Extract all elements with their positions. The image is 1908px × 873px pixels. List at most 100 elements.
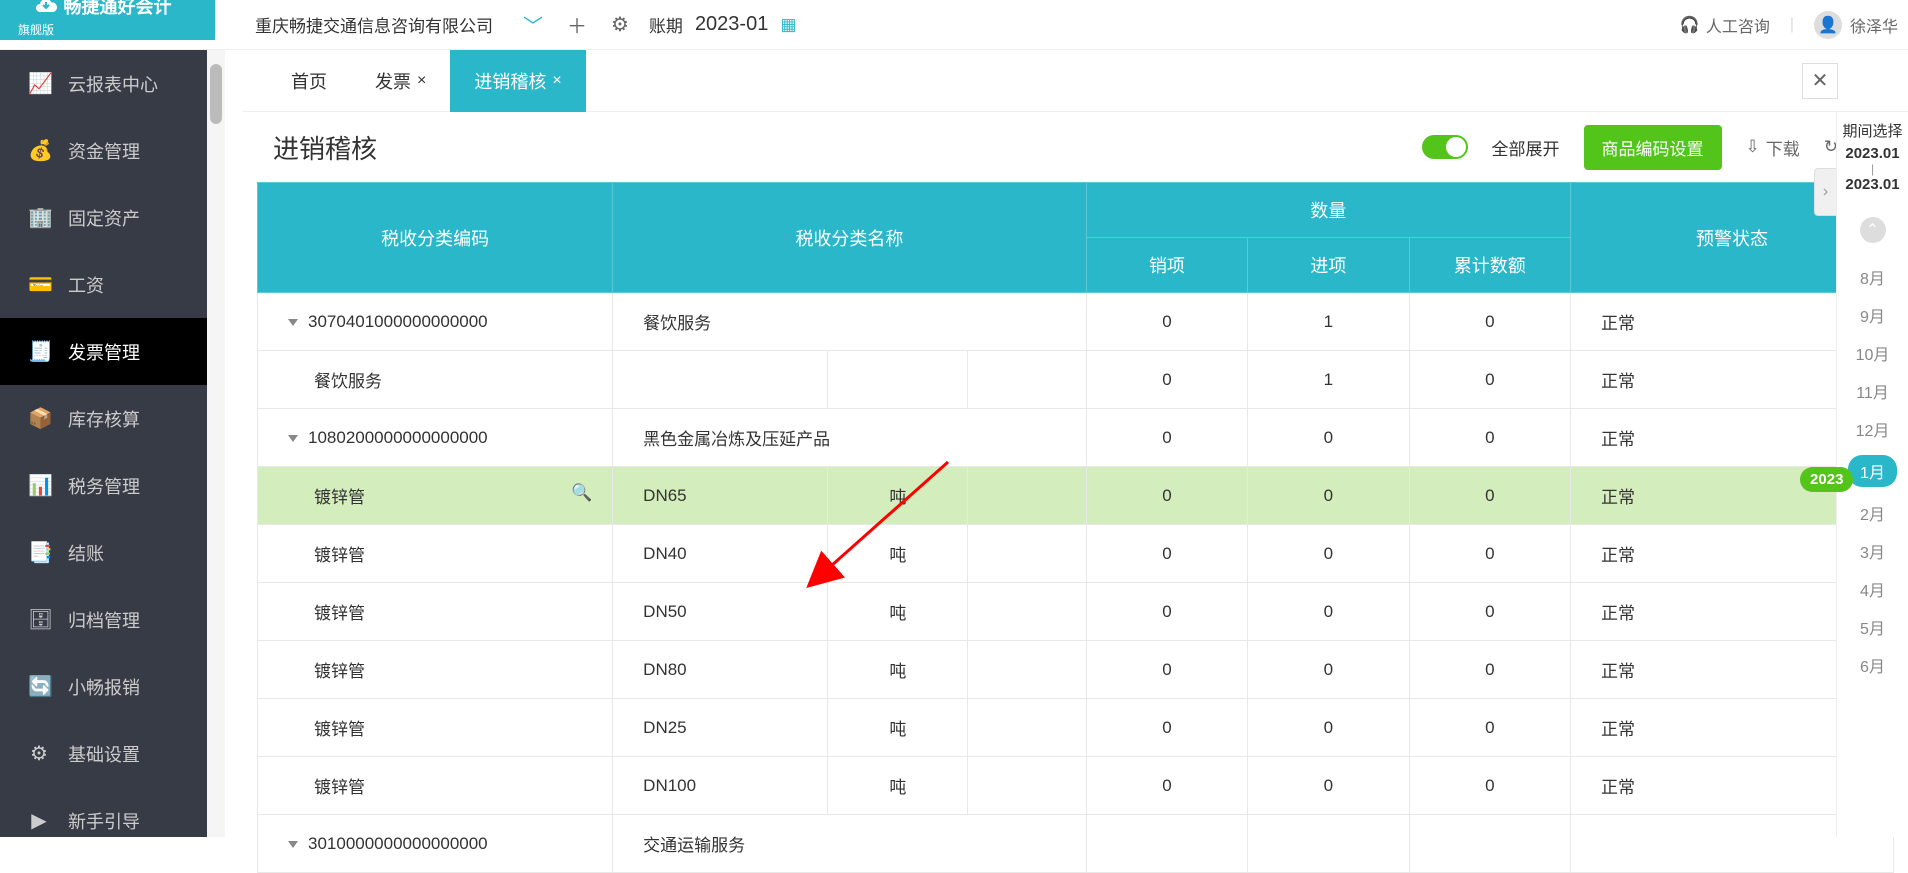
- consult-link[interactable]: 🎧 人工咨询: [1680, 13, 1770, 37]
- money-icon: 💰: [28, 138, 50, 163]
- company-selector[interactable]: 重庆畅捷交通信息咨询有限公司: [255, 12, 493, 37]
- sidebar-item-report[interactable]: 🔄小畅报销: [0, 653, 225, 720]
- cell-product-name: 镀锌管: [258, 699, 613, 757]
- expand-caret-icon[interactable]: [288, 841, 298, 848]
- month-4月[interactable]: 4月: [1860, 577, 1885, 601]
- sidebar-item-label: 税务管理: [68, 473, 140, 499]
- expand-caret-icon[interactable]: [288, 319, 298, 326]
- cell-spec: DN100: [613, 757, 828, 815]
- cell-spec: DN80: [613, 641, 828, 699]
- tab-close-icon[interactable]: ×: [552, 72, 561, 90]
- expand-all-label: 全部展开: [1492, 135, 1560, 160]
- table-row[interactable]: 镀锌管 DN40 吨 0 0 0 正常: [258, 525, 1894, 583]
- sidebar-scrollbar[interactable]: [207, 50, 225, 837]
- sidebar-item-close-period[interactable]: 📑结账: [0, 519, 225, 586]
- sidebar-item-invoice[interactable]: 🧾 发票管理: [0, 318, 225, 385]
- expand-caret-icon[interactable]: [288, 435, 298, 442]
- table-row[interactable]: 3010000000000000000 交通运输服务: [258, 815, 1894, 873]
- cell-empty: [968, 757, 1086, 815]
- sidebar-item-settings[interactable]: ⚙基础设置: [0, 720, 225, 787]
- user-menu[interactable]: 👤 徐泽华: [1814, 11, 1898, 39]
- sidebar-item-salary[interactable]: 💳 工资: [0, 251, 225, 318]
- month-3月[interactable]: 3月: [1860, 539, 1885, 563]
- table-row[interactable]: 镀锌管 DN80 吨 0 0 0 正常: [258, 641, 1894, 699]
- month-6月[interactable]: 6月: [1860, 653, 1885, 677]
- table-row[interactable]: 3070401000000000000 餐饮服务 0 1 0 正常: [258, 293, 1894, 351]
- cell-purchase: 0: [1248, 583, 1409, 641]
- table-row[interactable]: 镀锌管 DN25 吨 0 0 0 正常: [258, 699, 1894, 757]
- invoice-icon: 🧾: [28, 339, 50, 364]
- month-10月[interactable]: 10月: [1856, 341, 1890, 365]
- period-value[interactable]: 2023-01: [695, 13, 768, 36]
- period-from[interactable]: 2023.01: [1845, 145, 1899, 162]
- cell-empty: [968, 699, 1086, 757]
- sidebar-item-money[interactable]: 💰 资金管理: [0, 117, 225, 184]
- table-row[interactable]: 镀锌管 DN50 吨 0 0 0 正常: [258, 583, 1894, 641]
- close-all-tabs-button[interactable]: ✕: [1802, 63, 1838, 99]
- gear-icon[interactable]: ⚙: [611, 12, 629, 37]
- month-9月[interactable]: 9月: [1860, 303, 1885, 327]
- cell-cumulative: 0: [1409, 583, 1570, 641]
- period-panel: 期间选择 2023.01 | 2023.01 ⌃ 8月9月10月11月12月1月…: [1836, 112, 1908, 837]
- cell-purchase: 1: [1248, 351, 1409, 409]
- salary-icon: 💳: [28, 272, 50, 297]
- month-12月[interactable]: 12月: [1856, 417, 1890, 441]
- expand-all-toggle[interactable]: [1422, 135, 1468, 159]
- period-divider: |: [1871, 162, 1874, 176]
- search-icon[interactable]: 🔍: [571, 483, 592, 503]
- archive-icon: 🗄: [28, 607, 50, 632]
- tab-首页[interactable]: 首页: [267, 50, 351, 112]
- table-row[interactable]: 1080200000000000000 黑色金属冶炼及压延产品 0 0 0 正常: [258, 409, 1894, 467]
- sidebar-item-label: 工资: [68, 272, 104, 298]
- guide-icon: ▶: [28, 808, 50, 833]
- cell-sale: 0: [1086, 641, 1247, 699]
- cell-name: 黑色金属冶炼及压延产品: [613, 409, 1087, 467]
- month-2月[interactable]: 2月: [1860, 501, 1885, 525]
- cell-spec: DN40: [613, 525, 828, 583]
- cell-spec: DN50: [613, 583, 828, 641]
- cell-spec: DN25: [613, 699, 828, 757]
- sidebar-item-tax[interactable]: 📊税务管理: [0, 452, 225, 519]
- sidebar-item-building[interactable]: 🏢固定资产: [0, 184, 225, 251]
- scroll-up-icon[interactable]: ⌃: [1860, 217, 1886, 243]
- cell-empty: [968, 467, 1086, 525]
- tab-close-icon[interactable]: ×: [417, 72, 426, 90]
- sidebar-item-label: 资金管理: [68, 138, 140, 164]
- cell-product-name: 镀锌管: [258, 641, 613, 699]
- table-row[interactable]: 镀锌管 DN100 吨 0 0 0 正常: [258, 757, 1894, 815]
- sidebar-item-chart[interactable]: 📈云报表中心: [0, 50, 225, 117]
- sidebar-item-label: 发票管理: [68, 339, 140, 365]
- sidebar-item-archive[interactable]: 🗄归档管理: [0, 586, 225, 653]
- cell-empty: [968, 525, 1086, 583]
- table-row[interactable]: 餐饮服务 0 1 0 正常: [258, 351, 1894, 409]
- cell-sale: 0: [1086, 525, 1247, 583]
- month-1月[interactable]: 1月: [1848, 455, 1897, 487]
- cell-cumulative: 0: [1409, 351, 1570, 409]
- right-panel-collapse-handle[interactable]: ›: [1814, 168, 1836, 216]
- plus-icon[interactable]: ＋: [567, 10, 587, 39]
- sidebar-item-label: 基础设置: [68, 741, 140, 767]
- cell-empty: [968, 641, 1086, 699]
- sidebar-item-label: 云报表中心: [68, 71, 158, 97]
- product-code-settings-button[interactable]: 商品编码设置: [1584, 125, 1722, 170]
- audit-table: 税收分类编码 税收分类名称 数量 预警状态 销项 进项 累计数额 3070401…: [257, 182, 1894, 873]
- period-to[interactable]: 2023.01: [1845, 176, 1899, 193]
- cell-code: 3070401000000000000: [258, 293, 613, 351]
- calendar-icon[interactable]: ▦: [780, 15, 796, 35]
- month-11月[interactable]: 11月: [1856, 379, 1889, 403]
- cell-name: 交通运输服务: [613, 815, 1087, 873]
- tab-进销稽核[interactable]: 进销稽核×: [450, 50, 585, 112]
- month-5月[interactable]: 5月: [1860, 615, 1885, 639]
- sidebar-item-label: 固定资产: [68, 205, 140, 231]
- cell-purchase: 1: [1248, 293, 1409, 351]
- table-row[interactable]: 镀锌管🔍 DN65 吨 0 0 0 正常: [258, 467, 1894, 525]
- sidebar-item-guide[interactable]: ▶新手引导: [0, 787, 225, 854]
- month-8月[interactable]: 8月: [1860, 265, 1885, 289]
- logo: 畅捷通好会计 旗舰版: [0, 0, 215, 40]
- sidebar-item-stock[interactable]: 📦库存核算: [0, 385, 225, 452]
- tab-发票[interactable]: 发票×: [351, 50, 450, 112]
- cell-cumulative: 0: [1409, 757, 1570, 815]
- download-button[interactable]: ⇩ 下载: [1746, 135, 1800, 160]
- sidebar-item-label: 小畅报销: [68, 674, 140, 700]
- chevron-down-icon[interactable]: ﹀: [523, 10, 543, 39]
